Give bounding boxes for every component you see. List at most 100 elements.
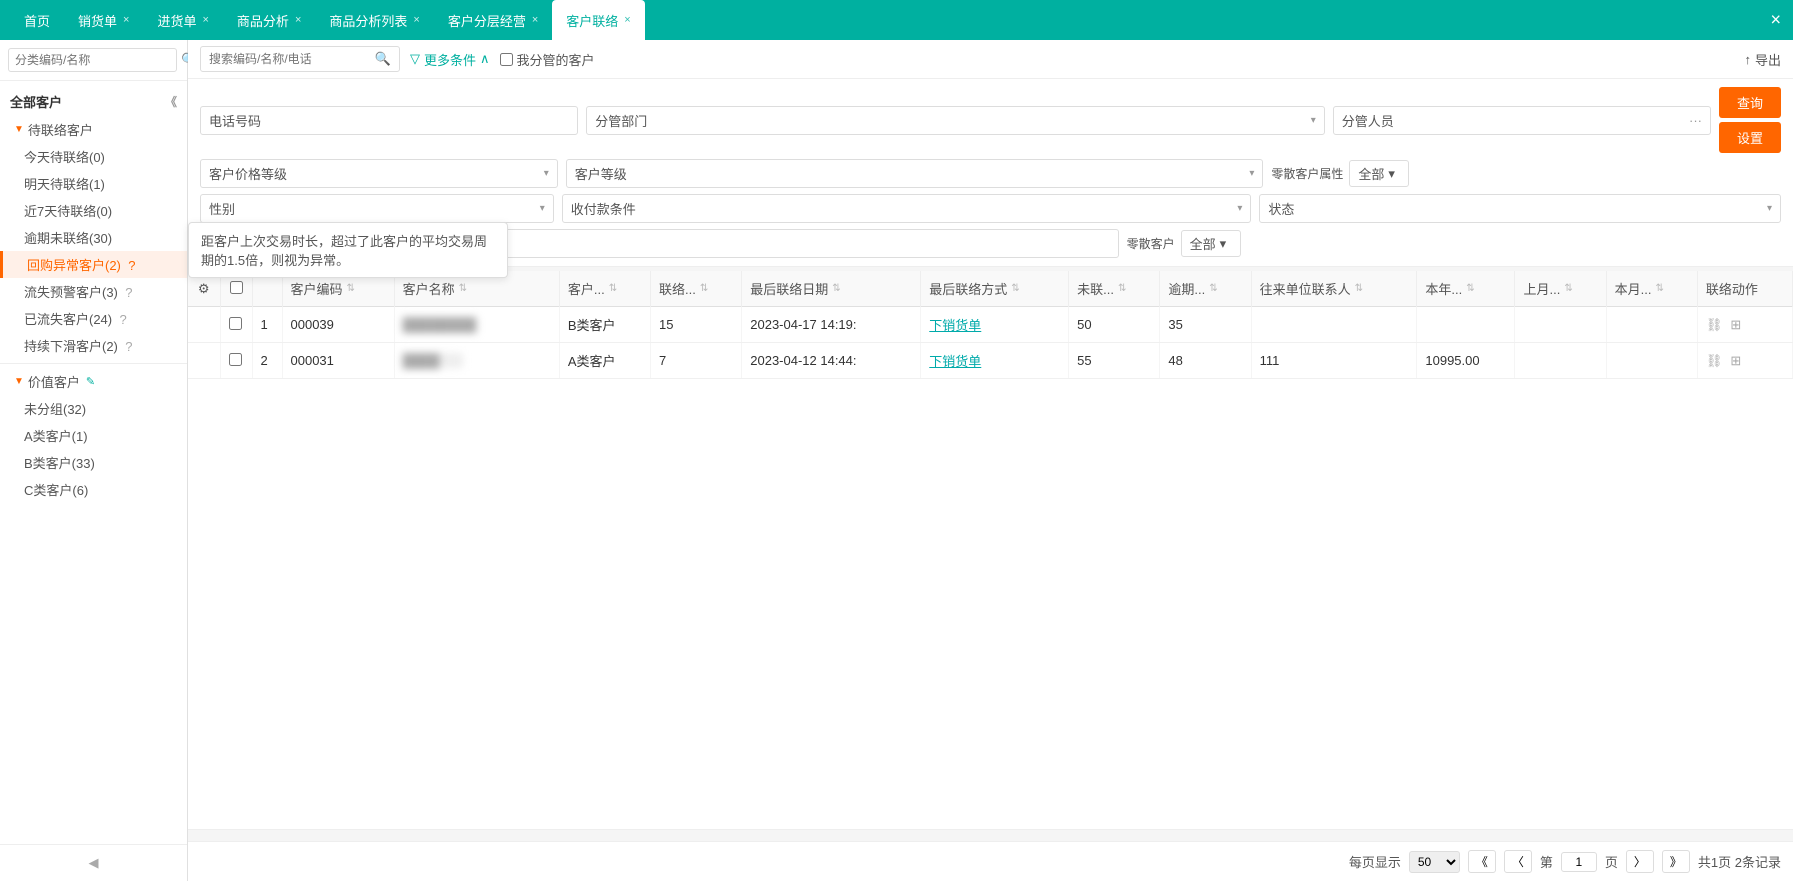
retail-attr-area: 零散客户属性 全部 ▾ — [1271, 160, 1781, 187]
nav-close-analysis-list[interactable]: × — [413, 14, 419, 26]
row1-checkbox[interactable] — [229, 317, 242, 330]
horizontal-scrollbar[interactable] — [188, 829, 1793, 841]
nav-product-analysis[interactable]: 商品分析 × — [223, 0, 315, 40]
chevron-down-icon: ∧ — [480, 51, 490, 67]
sidebar-item-overdue-pending[interactable]: 逾期未联络(30) — [0, 224, 187, 251]
td-action-2: ⛓ ⊞ — [1697, 343, 1792, 379]
status-field[interactable]: 状态 ▾ — [1259, 194, 1781, 223]
sort-lmonth-icon: ⇅ — [1564, 283, 1572, 294]
th-this-month[interactable]: 本月...⇅ — [1606, 271, 1697, 307]
row1-link-icon[interactable]: ⛓ — [1706, 317, 1723, 333]
select-all-checkbox[interactable] — [230, 281, 243, 294]
td-code-2[interactable]: 000031 — [282, 343, 394, 379]
nav-sales-order[interactable]: 销货单 × — [64, 0, 143, 40]
td-check-1[interactable] — [220, 307, 252, 343]
retail-attr-select[interactable]: 全部 ▾ — [1349, 160, 1409, 187]
th-last-month[interactable]: 上月...⇅ — [1515, 271, 1606, 307]
row1-qr-icon[interactable]: ⊞ — [1730, 317, 1741, 333]
window-close-button[interactable]: × — [1770, 10, 1781, 31]
payment-field[interactable]: 收付款条件 ▾ — [562, 194, 1252, 223]
td-type-1: B类客户 — [559, 307, 650, 343]
continuous-down-help-icon[interactable]: ? — [125, 339, 132, 354]
sidebar-item-continuous-down[interactable]: 持续下滑客户(2) ? — [0, 332, 187, 359]
main-search-input[interactable] — [209, 52, 375, 66]
first-page-btn[interactable]: 《 — [1468, 850, 1496, 873]
gender-field[interactable]: 性别 ▾ — [200, 194, 554, 223]
nav-close-sales[interactable]: × — [123, 14, 129, 26]
last-page-btn[interactable]: 》 — [1662, 850, 1690, 873]
dept-field[interactable]: 分管部门 ▾ — [586, 106, 1325, 135]
nav-customer-tier[interactable]: 客户分层经营 × — [434, 0, 552, 40]
manager-field[interactable]: 分管人员 ··· — [1333, 106, 1711, 135]
all-customers-header[interactable]: 全部客户 《 — [0, 87, 187, 116]
main-search-icon[interactable]: 🔍 — [375, 51, 391, 67]
sidebar-item-lost-warning[interactable]: 流失预警客户(3) ? — [0, 278, 187, 305]
value-edit-icon[interactable]: ✎ — [86, 375, 95, 388]
td-method-2[interactable]: 下销货单 — [921, 343, 1069, 379]
search-box: 🔍 — [200, 46, 400, 72]
td-method-1[interactable]: 下销货单 — [921, 307, 1069, 343]
page-number-input[interactable] — [1561, 852, 1597, 872]
page-size-select[interactable]: 50 100 200 — [1409, 851, 1460, 873]
pending-section-title[interactable]: ▼ 待联络客户 — [0, 116, 187, 143]
sidebar-scroll-left[interactable]: ◀ — [0, 851, 187, 875]
customer-grade-field[interactable]: 客户等级 ▾ — [566, 159, 1264, 188]
sidebar-item-a-class[interactable]: A类客户(1) — [0, 422, 187, 449]
retail-customer-select[interactable]: 全部 ▾ — [1181, 230, 1241, 257]
dept-arrow-icon: ▾ — [1311, 115, 1316, 126]
sidebar-collapse-icon[interactable]: 《 — [165, 93, 177, 110]
nav-close-contact[interactable]: × — [624, 14, 630, 26]
th-this-year[interactable]: 本年...⇅ — [1417, 271, 1515, 307]
nav-product-analysis-list[interactable]: 商品分析列表 × — [315, 0, 433, 40]
td-code-1[interactable]: 000039 — [282, 307, 394, 343]
sidebar-item-today-pending[interactable]: 今天待联络(0) — [0, 143, 187, 170]
td-name-1[interactable]: ████████ — [394, 307, 559, 343]
sidebar-item-already-lost[interactable]: 已流失客户(24) ? — [0, 305, 187, 332]
price-grade-field[interactable]: 客户价格等级 ▾ — [200, 159, 558, 188]
nav-close-tier[interactable]: × — [532, 14, 538, 26]
th-uncontacted[interactable]: 未联...⇅ — [1069, 271, 1160, 307]
nav-purchase-order[interactable]: 进货单 × — [143, 0, 222, 40]
row2-checkbox[interactable] — [229, 353, 242, 366]
setting-button[interactable]: 设置 — [1719, 122, 1781, 153]
repurchase-help-icon[interactable]: ? — [128, 258, 135, 273]
sidebar-item-repurchase-anomaly[interactable]: 回购异常客户(2) ? — [0, 251, 187, 278]
next-page-btn[interactable]: 〉 — [1626, 850, 1654, 873]
th-customer-type[interactable]: 客户...⇅ — [559, 271, 650, 307]
nav-home[interactable]: 首页 — [10, 0, 64, 40]
td-action-1: ⛓ ⊞ — [1697, 307, 1792, 343]
th-last-method[interactable]: 最后联络方式⇅ — [921, 271, 1069, 307]
row2-link-icon[interactable]: ⛓ — [1706, 353, 1723, 369]
export-button[interactable]: ↑ 导出 — [1744, 50, 1781, 69]
status-arrow-icon: ▾ — [1767, 203, 1772, 214]
sidebar-item-tomorrow-pending[interactable]: 明天待联络(1) — [0, 170, 187, 197]
sidebar-item-ungroup[interactable]: 未分组(32) — [0, 395, 187, 422]
table-row: 2 000031 ████ A类客户 7 2023-04-12 14:44: 下… — [188, 343, 1793, 379]
lost-warning-help-icon[interactable]: ? — [125, 285, 132, 300]
already-lost-help-icon[interactable]: ? — [119, 312, 126, 327]
nav-customer-contact[interactable]: 客户联络 × — [552, 0, 644, 40]
my-customer-checkbox[interactable] — [500, 53, 513, 66]
sidebar-item-7days-pending[interactable]: 近7天待联络(0) — [0, 197, 187, 224]
nav-close-analysis[interactable]: × — [295, 14, 301, 26]
retail-customer-arrow: ▾ — [1220, 236, 1227, 252]
td-check-2[interactable] — [220, 343, 252, 379]
th-unit-contacts[interactable]: 往来单位联系人⇅ — [1251, 271, 1417, 307]
sidebar-search-input[interactable] — [8, 48, 177, 72]
prev-page-btn[interactable]: 〈 — [1504, 850, 1532, 873]
export-icon: ↑ — [1744, 52, 1751, 67]
query-button[interactable]: 查询 — [1719, 87, 1781, 118]
value-customer-section[interactable]: ▼ 价值客户 ✎ — [0, 368, 187, 395]
sidebar-item-c-class[interactable]: C类客户(6) — [0, 476, 187, 503]
td-name-2[interactable]: ████ — [394, 343, 559, 379]
more-conditions-btn[interactable]: ▽ 更多条件 ∧ — [410, 50, 490, 69]
retail-customer-area: 零散客户 全部 ▾ — [1127, 230, 1781, 257]
th-last-date[interactable]: 最后联络日期⇅ — [742, 271, 921, 307]
th-overdue[interactable]: 逾期...⇅ — [1160, 271, 1251, 307]
th-action: 联络动作 — [1697, 271, 1792, 307]
sidebar-item-b-class[interactable]: B类客户(33) — [0, 449, 187, 476]
phone-field[interactable]: 电话号码 — [200, 106, 578, 135]
th-contact[interactable]: 联络...⇅ — [651, 271, 742, 307]
row2-qr-icon[interactable]: ⊞ — [1730, 353, 1741, 369]
nav-close-purchase[interactable]: × — [202, 14, 208, 26]
